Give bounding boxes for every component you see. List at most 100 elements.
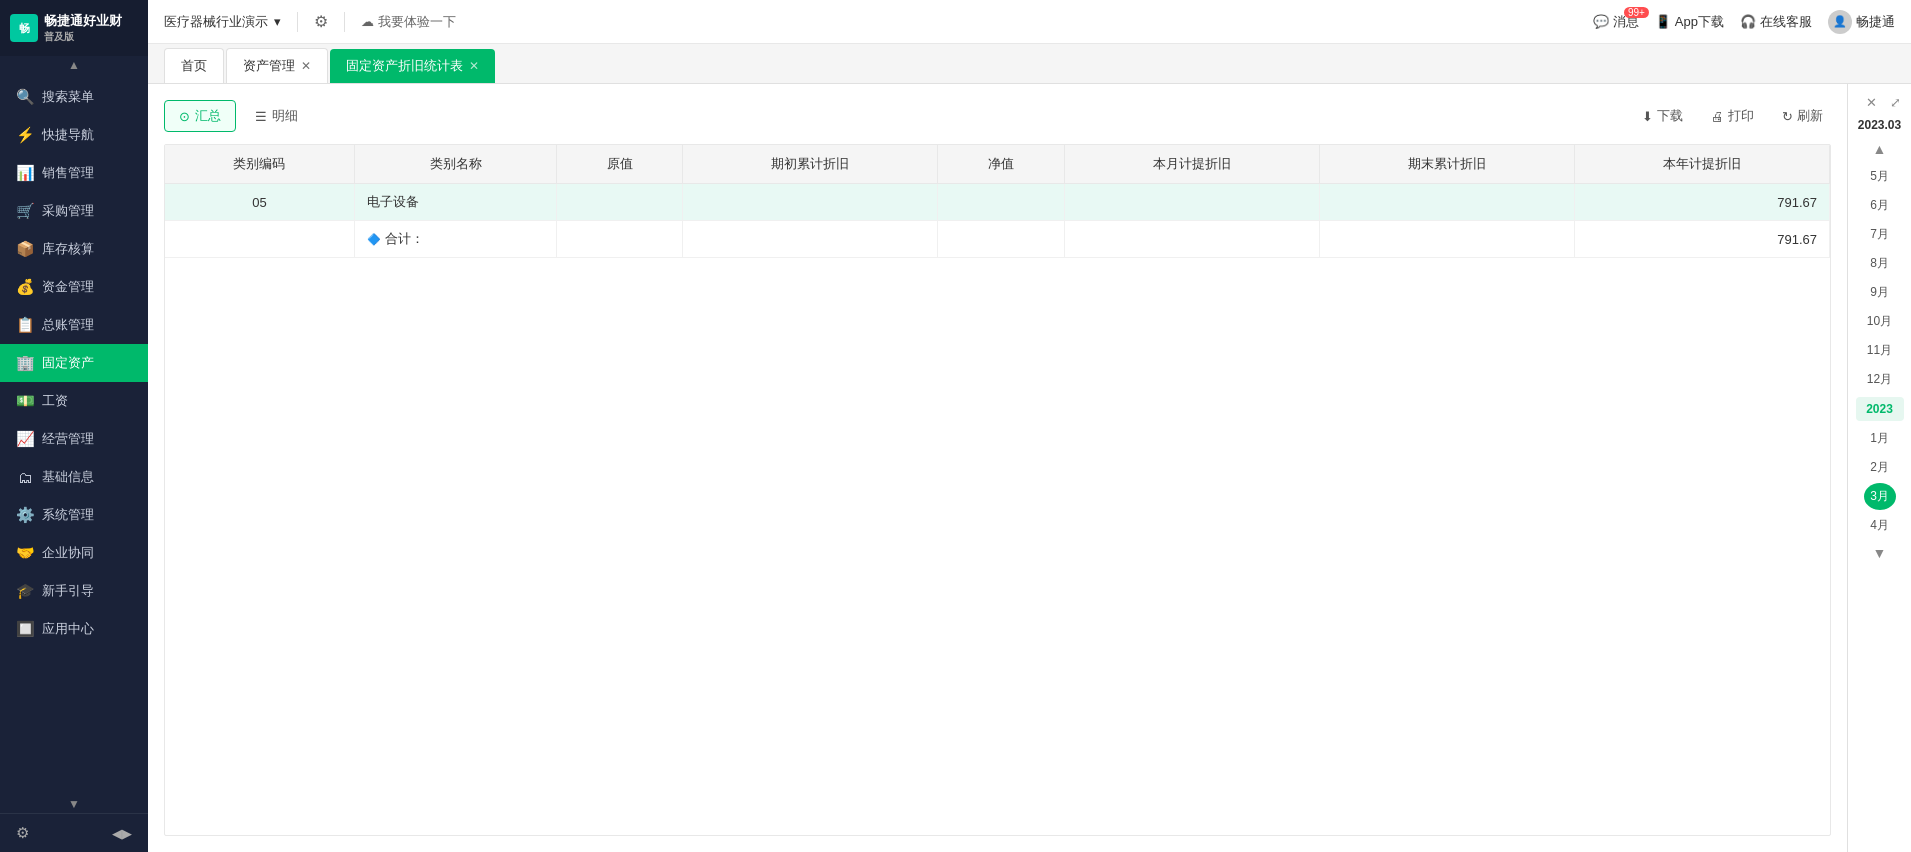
base-icon: 🗂 xyxy=(16,469,34,486)
month-2[interactable]: 2月 xyxy=(1856,454,1904,481)
message-btn[interactable]: 💬 消息 99+ xyxy=(1593,13,1639,31)
finance-icon: 💰 xyxy=(16,278,34,296)
month-10[interactable]: 10月 xyxy=(1856,308,1904,335)
sidebar-item-sales[interactable]: 📊 销售管理 xyxy=(0,154,148,192)
cell-year-depr: 791.67 xyxy=(1574,184,1829,221)
sidebar-item-finance[interactable]: 💰 资金管理 xyxy=(0,268,148,306)
sidebar-nav: 🔍 搜索菜单 ⚡ 快捷导航 📊 销售管理 🛒 采购管理 📦 库存核算 💰 资金管… xyxy=(0,74,148,795)
table-header-row: 类别编码 类别名称 原值 期初累计折旧 净值 本月计提折旧 期末累计折旧 本年计… xyxy=(165,145,1830,184)
flash-icon: ⚡ xyxy=(16,126,34,144)
sidebar-item-payroll[interactable]: 💵 工资 xyxy=(0,382,148,420)
date-scroll-up[interactable]: ▲ xyxy=(1864,138,1896,160)
print-icon: 🖨 xyxy=(1711,109,1724,124)
month-6[interactable]: 6月 xyxy=(1856,192,1904,219)
service-label: 在线客服 xyxy=(1760,13,1812,31)
detail-list-icon: ☰ xyxy=(255,109,267,124)
sidebar-item-label: 基础信息 xyxy=(42,468,94,486)
sidebar-item-ops[interactable]: 📈 经营管理 xyxy=(0,420,148,458)
sidebar-item-base[interactable]: 🗂 基础信息 xyxy=(0,458,148,496)
sidebar-item-ledger[interactable]: 📋 总账管理 xyxy=(0,306,148,344)
sidebar-item-purchase[interactable]: 🛒 采购管理 xyxy=(0,192,148,230)
system-icon: ⚙️ xyxy=(16,506,34,524)
month-1[interactable]: 1月 xyxy=(1856,425,1904,452)
payroll-icon: 💵 xyxy=(16,392,34,410)
tab-depreciation[interactable]: 固定资产折旧统计表 ✕ xyxy=(330,49,495,83)
year-2023-label: 2023 xyxy=(1856,397,1904,421)
depreciation-table-wrapper: 类别编码 类别名称 原值 期初累计折旧 净值 本月计提折旧 期末累计折旧 本年计… xyxy=(164,144,1831,836)
summary-name: 🔷 合计： xyxy=(354,221,556,258)
print-btn[interactable]: 🖨 打印 xyxy=(1703,103,1762,129)
download-label: 下载 xyxy=(1657,107,1683,125)
sidebar-item-search[interactable]: 🔍 搜索菜单 xyxy=(0,78,148,116)
sidebar-item-label: 快捷导航 xyxy=(42,126,94,144)
cell-original xyxy=(557,184,683,221)
sidebar-item-inventory[interactable]: 📦 库存核算 xyxy=(0,230,148,268)
month-11[interactable]: 11月 xyxy=(1856,337,1904,364)
main-content: ⊙ 汇总 ☰ 明细 ⬇ 下载 🖨 打印 xyxy=(148,84,1847,852)
sidebar-item-label: 新手引导 xyxy=(42,582,94,600)
refresh-label: 刷新 xyxy=(1797,107,1823,125)
sidebar-item-guide[interactable]: 🎓 新手引导 xyxy=(0,572,148,610)
experience-label: 我要体验一下 xyxy=(378,13,456,31)
company-selector[interactable]: 医疗器械行业演示 ▾ xyxy=(164,13,281,31)
month-7[interactable]: 7月 xyxy=(1856,221,1904,248)
toggle-sidebar-icon[interactable]: ◀▶ xyxy=(112,826,132,841)
close-depreciation-tab[interactable]: ✕ xyxy=(469,59,479,73)
sidebar-item-quicknav[interactable]: ⚡ 快捷导航 xyxy=(0,116,148,154)
month-9[interactable]: 9月 xyxy=(1856,279,1904,306)
service-icon: 🎧 xyxy=(1740,14,1756,29)
toolbar-right: ⬇ 下载 🖨 打印 ↻ 刷新 xyxy=(1634,103,1831,129)
table-summary-row: 🔷 合计： 791.67 xyxy=(165,221,1830,258)
refresh-btn[interactable]: ↻ 刷新 xyxy=(1774,103,1831,129)
sidebar-scroll-down[interactable]: ▼ xyxy=(0,795,148,813)
app-download-btn[interactable]: 📱 App下载 xyxy=(1655,13,1724,31)
settings-footer-icon[interactable]: ⚙ xyxy=(16,824,29,842)
company-name: 医疗器械行业演示 xyxy=(164,13,268,31)
cell-accum-begin xyxy=(683,184,938,221)
month-12[interactable]: 12月 xyxy=(1856,366,1904,393)
tab-home-label: 首页 xyxy=(181,57,207,75)
app-icon: 📱 xyxy=(1655,14,1671,29)
close-assets-tab[interactable]: ✕ xyxy=(301,59,311,73)
download-icon: ⬇ xyxy=(1642,109,1653,124)
tab-home[interactable]: 首页 xyxy=(164,48,224,83)
subtab-bar: ⊙ 汇总 ☰ 明细 ⬇ 下载 🖨 打印 xyxy=(164,100,1831,132)
right-panel-expand-btn[interactable]: ⤢ xyxy=(1885,92,1905,112)
sidebar-item-system[interactable]: ⚙️ 系统管理 xyxy=(0,496,148,534)
month-4[interactable]: 4月 xyxy=(1856,512,1904,539)
month-8[interactable]: 8月 xyxy=(1856,250,1904,277)
date-scroll-down[interactable]: ▼ xyxy=(1864,542,1896,564)
sidebar-item-appcenter[interactable]: 🔲 应用中心 xyxy=(0,610,148,648)
download-btn[interactable]: ⬇ 下载 xyxy=(1634,103,1691,129)
right-date-panel: ✕ ⤢ 2023.03 ▲ 5月 6月 7月 8月 9月 10月 11月 12月… xyxy=(1847,84,1911,852)
settings-icon-topbar[interactable]: ⚙ xyxy=(314,12,328,31)
collab-icon: 🤝 xyxy=(16,544,34,562)
subtab-summary[interactable]: ⊙ 汇总 xyxy=(164,100,236,132)
message-badge: 99+ xyxy=(1624,7,1649,18)
sidebar-item-fixed[interactable]: 🏢 固定资产 xyxy=(0,344,148,382)
right-panel-close-btn[interactable]: ✕ xyxy=(1861,92,1881,112)
user-menu-btn[interactable]: 👤 畅捷通 xyxy=(1828,10,1895,34)
sidebar-header: 畅 畅捷通好业财 普及版 xyxy=(0,0,148,56)
sidebar-scroll-up[interactable]: ▲ xyxy=(0,56,148,74)
summary-net xyxy=(938,221,1064,258)
fixed-icon: 🏢 xyxy=(16,354,34,372)
month-3-active[interactable]: 3月 xyxy=(1864,483,1896,510)
sidebar-item-label: 工资 xyxy=(42,392,68,410)
subtab-detail[interactable]: ☰ 明细 xyxy=(240,100,313,132)
search-icon: 🔍 xyxy=(16,88,34,106)
sidebar-item-collab[interactable]: 🤝 企业协同 xyxy=(0,534,148,572)
month-5[interactable]: 5月 xyxy=(1856,163,1904,190)
sidebar-item-label: 企业协同 xyxy=(42,544,94,562)
refresh-icon: ↻ xyxy=(1782,109,1793,124)
tab-assets[interactable]: 资产管理 ✕ xyxy=(226,48,328,83)
main-area: 医疗器械行业演示 ▾ ⚙ ☁ 我要体验一下 💬 消息 99+ 📱 App下载 🎧… xyxy=(148,0,1911,852)
sidebar-item-label: 搜索菜单 xyxy=(42,88,94,106)
online-service-btn[interactable]: 🎧 在线客服 xyxy=(1740,13,1812,31)
sidebar-item-label: 系统管理 xyxy=(42,506,94,524)
summary-expand-icon[interactable]: 🔷 xyxy=(367,233,381,245)
sales-icon: 📊 xyxy=(16,164,34,182)
experience-btn[interactable]: ☁ 我要体验一下 xyxy=(361,13,456,31)
cell-month-depr xyxy=(1064,184,1319,221)
col-accum-begin: 期初累计折旧 xyxy=(683,145,938,184)
